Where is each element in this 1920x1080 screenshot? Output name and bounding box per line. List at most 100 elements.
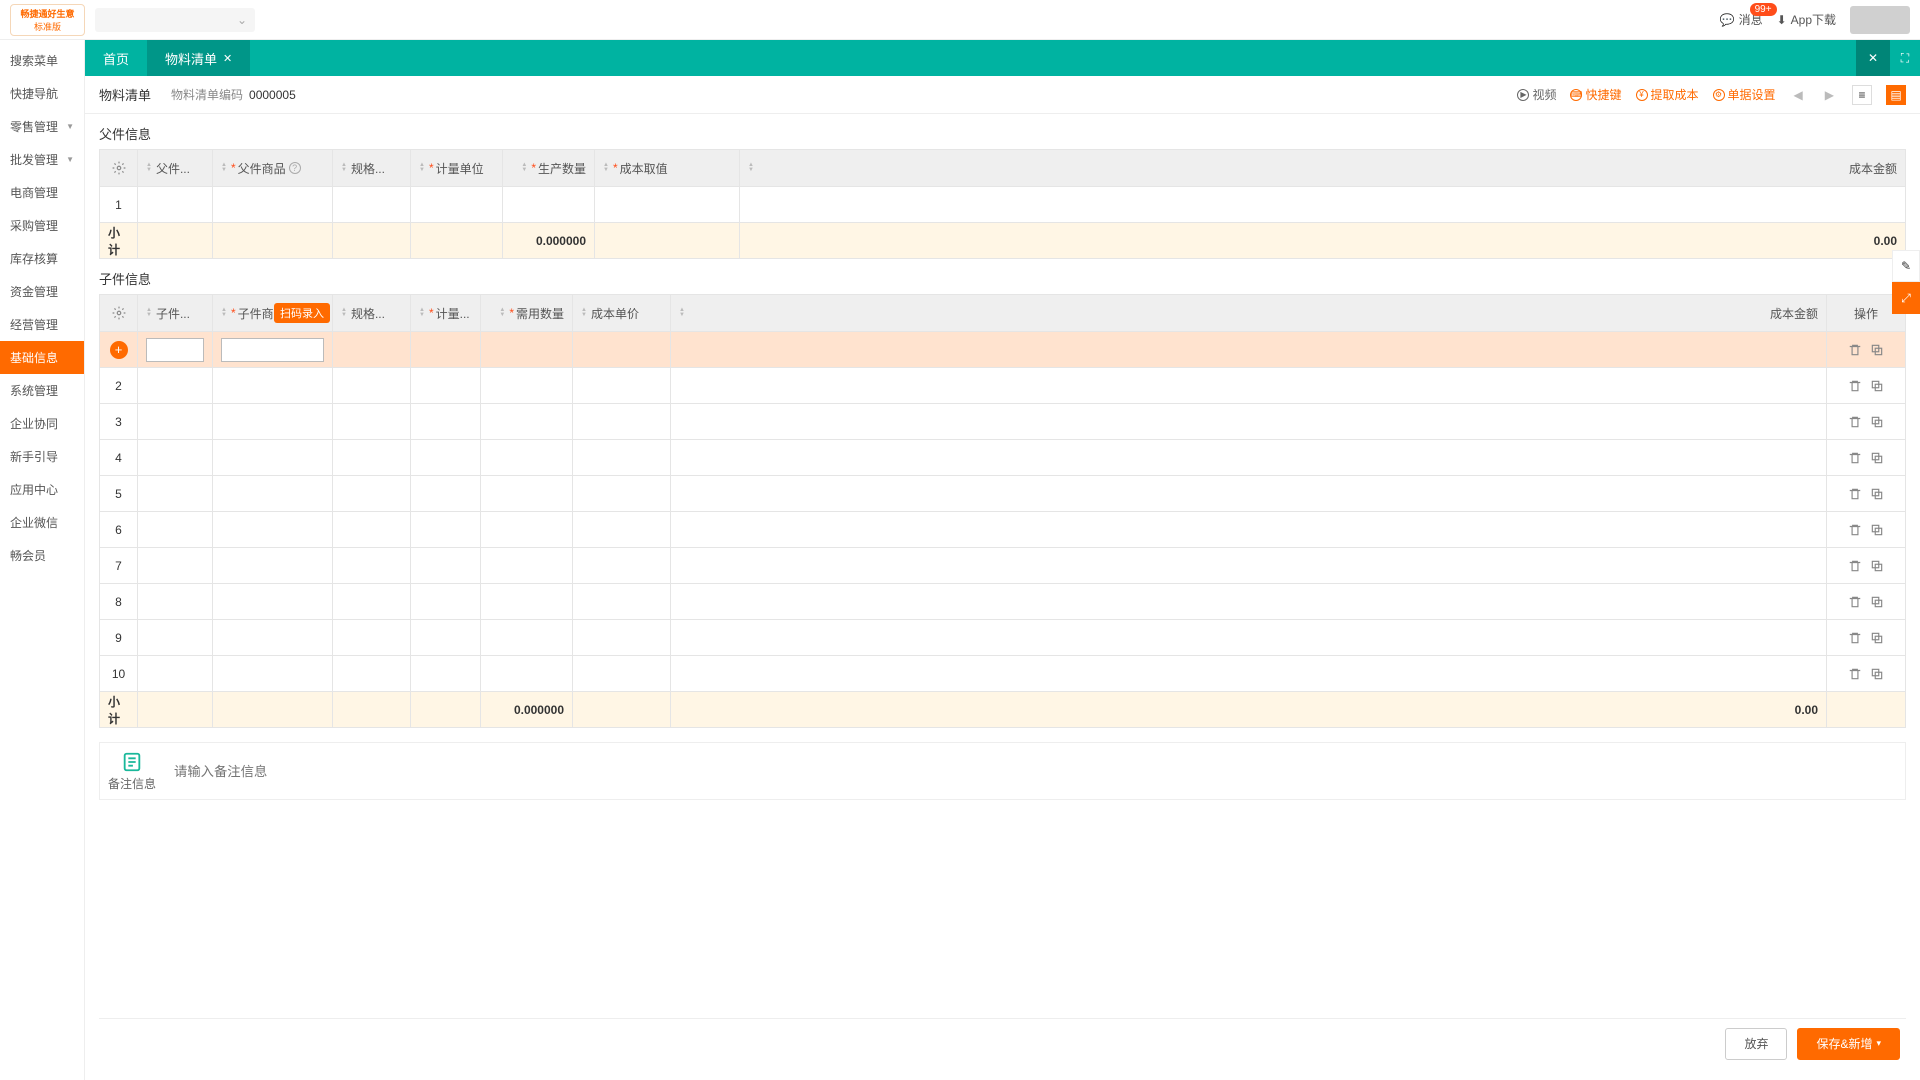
remark-input[interactable]	[164, 743, 1905, 799]
col-child-amount[interactable]: ▲▼成本金额	[671, 295, 1827, 331]
tab-home[interactable]: 首页	[85, 40, 147, 76]
sidebar-item[interactable]: 经营管理	[0, 308, 84, 341]
copy-icon[interactable]	[1870, 379, 1884, 393]
sidebar-item[interactable]: 基础信息	[0, 341, 84, 374]
col-parent-product[interactable]: ▲▼*父件商品?	[213, 150, 333, 186]
copy-icon[interactable]	[1870, 451, 1884, 465]
copy-icon[interactable]	[1870, 523, 1884, 537]
delete-icon[interactable]	[1848, 667, 1862, 681]
delete-icon[interactable]	[1848, 559, 1862, 573]
delete-icon[interactable]	[1848, 415, 1862, 429]
sidebar-item[interactable]: 资金管理	[0, 275, 84, 308]
child-row[interactable]: 4	[100, 439, 1905, 475]
child-row[interactable]: 2	[100, 367, 1905, 403]
next-icon[interactable]: ▶	[1821, 88, 1838, 102]
col-parent-unit[interactable]: ▲▼*计量单位	[411, 150, 503, 186]
child-code-input[interactable]	[146, 338, 204, 362]
column-config-button[interactable]	[100, 150, 138, 186]
doc-setting-link[interactable]: ⚙单据设置	[1713, 86, 1776, 103]
col-child-price[interactable]: ▲▼成本单价	[573, 295, 671, 331]
row-index: 9	[100, 620, 138, 655]
discard-button[interactable]: 放弃	[1725, 1028, 1787, 1060]
tab-close-button[interactable]: ✕	[1856, 40, 1890, 76]
tab-expand-button[interactable]: ⛶	[1890, 40, 1920, 76]
column-config-button[interactable]	[100, 295, 138, 331]
col-child-unit[interactable]: ▲▼*计量...	[411, 295, 481, 331]
child-row[interactable]: 9	[100, 619, 1905, 655]
col-parent-amount[interactable]: ▲▼成本金额	[740, 150, 1905, 186]
col-child-spec[interactable]: ▲▼规格...	[333, 295, 411, 331]
page-title: 物料清单	[99, 85, 151, 104]
copy-icon[interactable]	[1870, 631, 1884, 645]
sidebar-item[interactable]: 系统管理	[0, 374, 84, 407]
child-row[interactable]: 3	[100, 403, 1905, 439]
help-icon[interactable]: ?	[289, 162, 301, 174]
child-row[interactable]: 5	[100, 475, 1905, 511]
tab-bom[interactable]: 物料清单 ✕	[147, 40, 250, 76]
add-row-button[interactable]: +	[100, 332, 138, 367]
child-row[interactable]: 6	[100, 511, 1905, 547]
copy-icon[interactable]	[1870, 343, 1884, 357]
child-row[interactable]: 8	[100, 583, 1905, 619]
child-row-active[interactable]: +	[100, 331, 1905, 367]
code-value: 0000005	[249, 88, 296, 102]
delete-icon[interactable]	[1848, 343, 1862, 357]
sidebar-item[interactable]: 快捷导航	[0, 77, 84, 110]
app-download-link[interactable]: ⬇ App下载	[1777, 11, 1836, 28]
sidebar-item[interactable]: 畅会员	[0, 539, 84, 572]
close-icon[interactable]: ✕	[223, 52, 232, 65]
col-child-qty[interactable]: ▲▼*需用数量	[481, 295, 573, 331]
col-child-product[interactable]: ▲▼*子件商扫码录入	[213, 295, 333, 331]
messages-link[interactable]: 💬 消息 99+	[1720, 11, 1763, 28]
scan-input-button[interactable]: 扫码录入	[274, 303, 330, 323]
sidebar-item[interactable]: 批发管理▼	[0, 143, 84, 176]
copy-icon[interactable]	[1870, 559, 1884, 573]
delete-icon[interactable]	[1848, 595, 1862, 609]
save-and-new-button[interactable]: 保存&新增▾	[1797, 1028, 1900, 1060]
col-child-code[interactable]: ▲▼子件...	[138, 295, 213, 331]
child-row[interactable]: 7	[100, 547, 1905, 583]
sidebar-item[interactable]: 应用中心	[0, 473, 84, 506]
copy-icon[interactable]	[1870, 667, 1884, 681]
col-parent-qty[interactable]: ▲▼*生产数量	[503, 150, 595, 186]
delete-icon[interactable]	[1848, 451, 1862, 465]
col-parent-code[interactable]: ▲▼父件...	[138, 150, 213, 186]
edit-rail-button[interactable]: ✎	[1892, 250, 1920, 282]
prev-icon[interactable]: ◀	[1790, 88, 1807, 102]
org-switcher[interactable]: ⌄	[95, 8, 255, 32]
sidebar-item[interactable]: 企业微信	[0, 506, 84, 539]
copy-icon[interactable]	[1870, 415, 1884, 429]
delete-icon[interactable]	[1848, 487, 1862, 501]
app-download-label: App下载	[1791, 11, 1836, 28]
copy-icon[interactable]	[1870, 487, 1884, 501]
sidebar-item[interactable]: 零售管理▼	[0, 110, 84, 143]
chevron-down-icon: ▾	[1876, 1038, 1881, 1049]
chevron-down-icon: ⌄	[237, 13, 247, 27]
extract-cost-link[interactable]: ¥提取成本	[1636, 86, 1699, 103]
expand-rail-button[interactable]: ⤢	[1892, 282, 1920, 314]
video-link[interactable]: ▶视频	[1517, 86, 1556, 103]
sidebar-item[interactable]: 电商管理	[0, 176, 84, 209]
download-icon: ⬇	[1777, 13, 1787, 27]
sidebar-item[interactable]: 搜索菜单	[0, 44, 84, 77]
sidebar-item[interactable]: 采购管理	[0, 209, 84, 242]
child-row[interactable]: 10	[100, 655, 1905, 691]
delete-icon[interactable]	[1848, 631, 1862, 645]
delete-icon[interactable]	[1848, 523, 1862, 537]
sidebar-item[interactable]: 企业协同	[0, 407, 84, 440]
footer: 放弃 保存&新增▾	[99, 1018, 1906, 1068]
subtotal-label: 小计	[100, 692, 138, 727]
hotkey-link[interactable]: ⌨快捷键	[1570, 86, 1621, 103]
view-list-button[interactable]: ≡	[1852, 85, 1872, 105]
parent-row[interactable]: 1	[100, 186, 1905, 222]
view-form-button[interactable]: ▤	[1886, 85, 1906, 105]
delete-icon[interactable]	[1848, 379, 1862, 393]
topbar: 畅捷通好生意 标准版 ⌄ 💬 消息 99+ ⬇ App下载	[0, 0, 1920, 40]
sidebar-item[interactable]: 新手引导	[0, 440, 84, 473]
copy-icon[interactable]	[1870, 595, 1884, 609]
col-parent-costsrc[interactable]: ▲▼*成本取值	[595, 150, 740, 186]
avatar[interactable]	[1850, 6, 1910, 34]
child-product-input[interactable]	[221, 338, 324, 362]
col-parent-spec[interactable]: ▲▼规格...	[333, 150, 411, 186]
sidebar-item[interactable]: 库存核算	[0, 242, 84, 275]
